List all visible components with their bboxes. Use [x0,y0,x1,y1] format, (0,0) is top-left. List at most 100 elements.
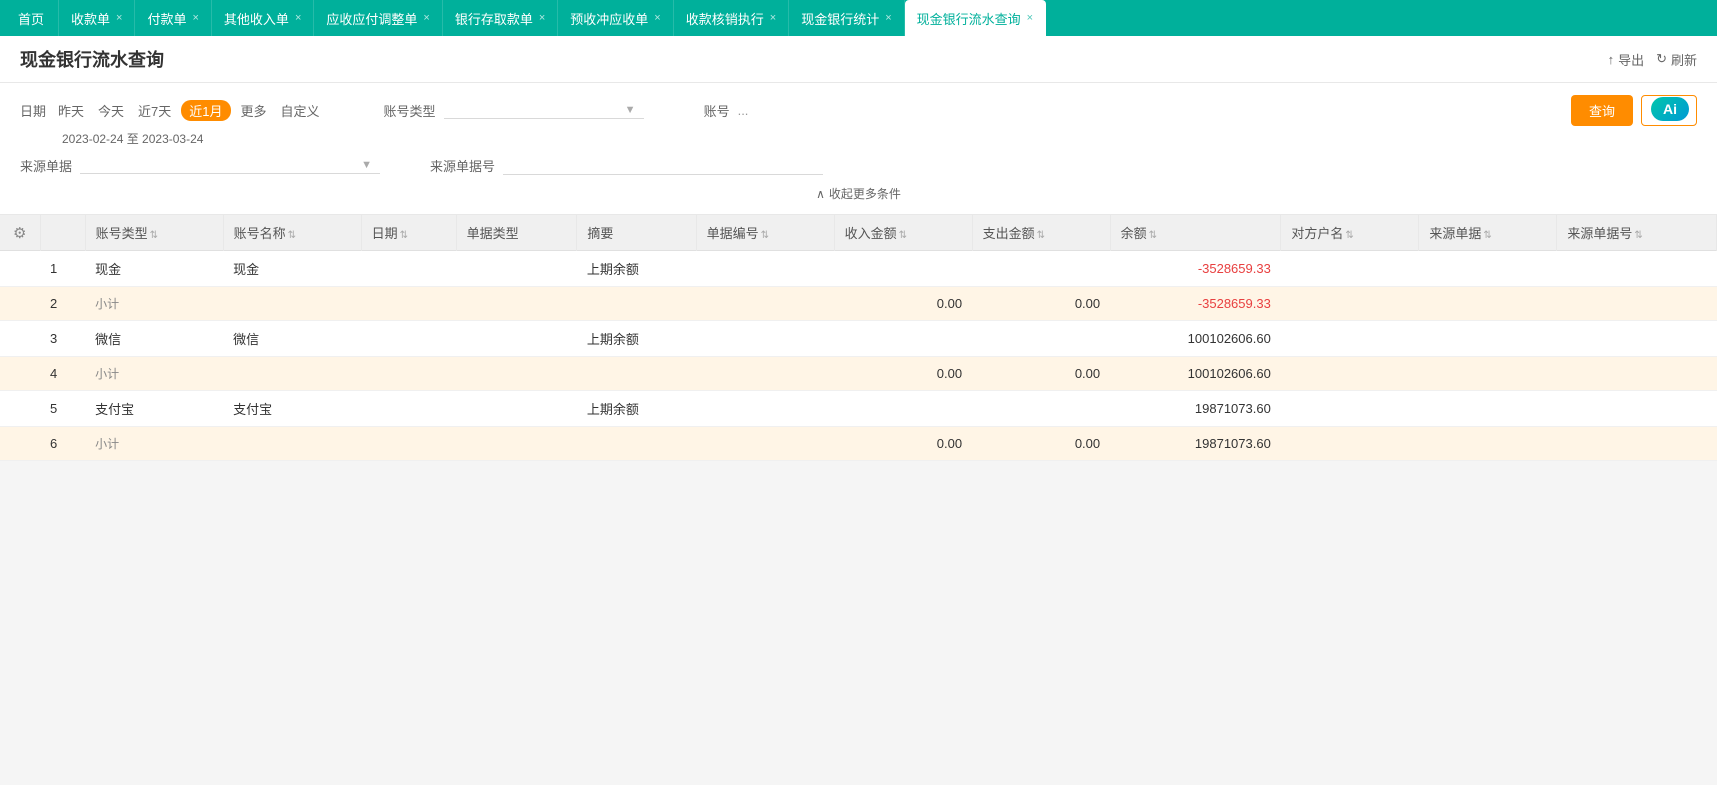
shortcut-more[interactable]: 更多 [237,100,271,121]
cell-source-doc [1419,251,1557,287]
ai-badge[interactable]: Ai [1651,97,1689,121]
nav-item-home[interactable]: 首页 [4,0,59,36]
col-balance[interactable]: 余额⇅ [1110,215,1281,251]
cell-doc-no [696,427,834,461]
shortcut-custom[interactable]: 自定义 [277,100,324,121]
cell-counterpart [1281,357,1419,391]
col-account-name[interactable]: 账号名称⇅ [223,215,361,251]
col-expense[interactable]: 支出金额⇅ [972,215,1110,251]
nav-other-income-close[interactable]: × [295,12,301,24]
cell-doc-no [696,321,834,357]
cell-counterpart [1281,251,1419,287]
cell-income [834,321,972,357]
cell-num: 3 [40,321,85,357]
nav-item-payment[interactable]: 付款单 × [135,0,211,36]
cell-account-name [223,357,361,391]
shortcut-7days[interactable]: 近7天 [134,100,175,121]
cell-income: 0.00 [834,357,972,391]
page-title: 现金银行流水查询 [20,46,164,72]
collapse-bar[interactable]: ∧ 收起更多条件 [20,185,1697,202]
filter-area: 日期 昨天 今天 近7天 近1月 更多 自定义 账号类型 ▼ 账号 ... [0,83,1717,215]
source-doc-num-filter: 来源单据号 [430,155,823,175]
col-gear[interactable]: ⚙ [0,215,40,251]
account-type-select[interactable]: ▼ [444,102,644,119]
gear-icon[interactable]: ⚙ [13,225,26,242]
nav-verify-close[interactable]: × [770,12,776,24]
nav-verify-label: 收款核销执行 [686,9,764,28]
account-type-label: 账号类型 [384,101,436,120]
cell-source-doc-no [1557,357,1717,391]
cell-income: 0.00 [834,427,972,461]
cell-source-doc [1419,321,1557,357]
cell-doc-type [456,251,577,287]
flow-table: ⚙ 账号类型⇅ 账号名称⇅ 日期⇅ 单据类型 摘要 单据编号⇅ 收入金额⇅ 支出… [0,215,1717,461]
table-row: 1现金现金上期余额-3528659.33 [0,251,1717,287]
cell-date [361,427,456,461]
nav-adjust-close[interactable]: × [423,12,429,24]
cell-doc-type [456,391,577,427]
col-summary: 摘要 [577,215,696,251]
col-counterpart[interactable]: 对方户名⇅ [1281,215,1419,251]
collapse-label: 收起更多条件 [829,185,901,202]
account-dots[interactable]: ... [738,103,749,118]
cell-balance: 100102606.60 [1110,357,1281,391]
date-label: 日期 [20,101,46,120]
cell-num: 4 [40,357,85,391]
nav-receipt-close[interactable]: × [116,12,122,24]
cell-summary: 上期余额 [577,321,696,357]
cell-date [361,357,456,391]
cell-source-doc-no [1557,251,1717,287]
cell-source-doc [1419,427,1557,461]
nav-item-adjust[interactable]: 应收应付调整单 × [314,0,442,36]
cell-checkbox [0,287,40,321]
table-row: 4小计0.000.00100102606.60 [0,357,1717,391]
source-doc-num-label: 来源单据号 [430,156,495,175]
cell-balance: 19871073.60 [1110,391,1281,427]
col-source-doc[interactable]: 来源单据⇅ [1419,215,1557,251]
cell-doc-type [456,287,577,321]
col-account-type[interactable]: 账号类型⇅ [85,215,223,251]
col-date[interactable]: 日期⇅ [361,215,456,251]
nav-bank-stat-close[interactable]: × [885,12,891,24]
nav-item-prepaid[interactable]: 预收冲应收单 × [558,0,673,36]
nav-prepaid-close[interactable]: × [654,12,660,24]
col-doc-no[interactable]: 单据编号⇅ [696,215,834,251]
query-button[interactable]: 查询 [1571,95,1633,126]
shortcut-1month[interactable]: 近1月 [181,100,230,121]
nav-item-other-income[interactable]: 其他收入单 × [212,0,314,36]
cell-source-doc-no [1557,287,1717,321]
nav-bank-flow-close[interactable]: × [1027,12,1033,24]
cell-doc-no [696,357,834,391]
nav-prepaid-label: 预收冲应收单 [570,9,648,28]
cell-date [361,321,456,357]
export-button[interactable]: ↑ 导出 [1608,50,1645,69]
filter-row-2: 来源单据 ▼ 来源单据号 [20,155,1697,175]
cell-income [834,251,972,287]
cell-doc-no [696,391,834,427]
cell-account-type: 小计 [85,427,223,461]
cell-source-doc-no [1557,427,1717,461]
nav-item-bank-stat[interactable]: 现金银行统计 × [789,0,904,36]
source-doc-num-input[interactable] [503,155,823,175]
cell-doc-no [696,287,834,321]
col-source-doc-no[interactable]: 来源单据号⇅ [1557,215,1717,251]
nav-item-bank-deposit[interactable]: 银行存取款单 × [443,0,558,36]
col-income[interactable]: 收入金额⇅ [834,215,972,251]
cell-doc-no [696,251,834,287]
cell-account-name: 支付宝 [223,391,361,427]
shortcut-yesterday[interactable]: 昨天 [54,100,88,121]
shortcut-today[interactable]: 今天 [94,100,128,121]
source-doc-select[interactable]: ▼ [80,157,380,174]
refresh-button[interactable]: ↻ 刷新 [1656,50,1697,69]
table-row: 3微信微信上期余额100102606.60 [0,321,1717,357]
nav-bank-deposit-close[interactable]: × [539,12,545,24]
cell-account-type: 小计 [85,357,223,391]
cell-account-name [223,287,361,321]
cell-balance: 100102606.60 [1110,321,1281,357]
nav-item-receipt[interactable]: 收款单 × [59,0,135,36]
nav-item-verify[interactable]: 收款核销执行 × [674,0,789,36]
cell-source-doc [1419,357,1557,391]
source-doc-label: 来源单据 [20,156,72,175]
nav-item-bank-flow[interactable]: 现金银行流水查询 × [905,0,1046,36]
nav-payment-close[interactable]: × [192,12,198,24]
